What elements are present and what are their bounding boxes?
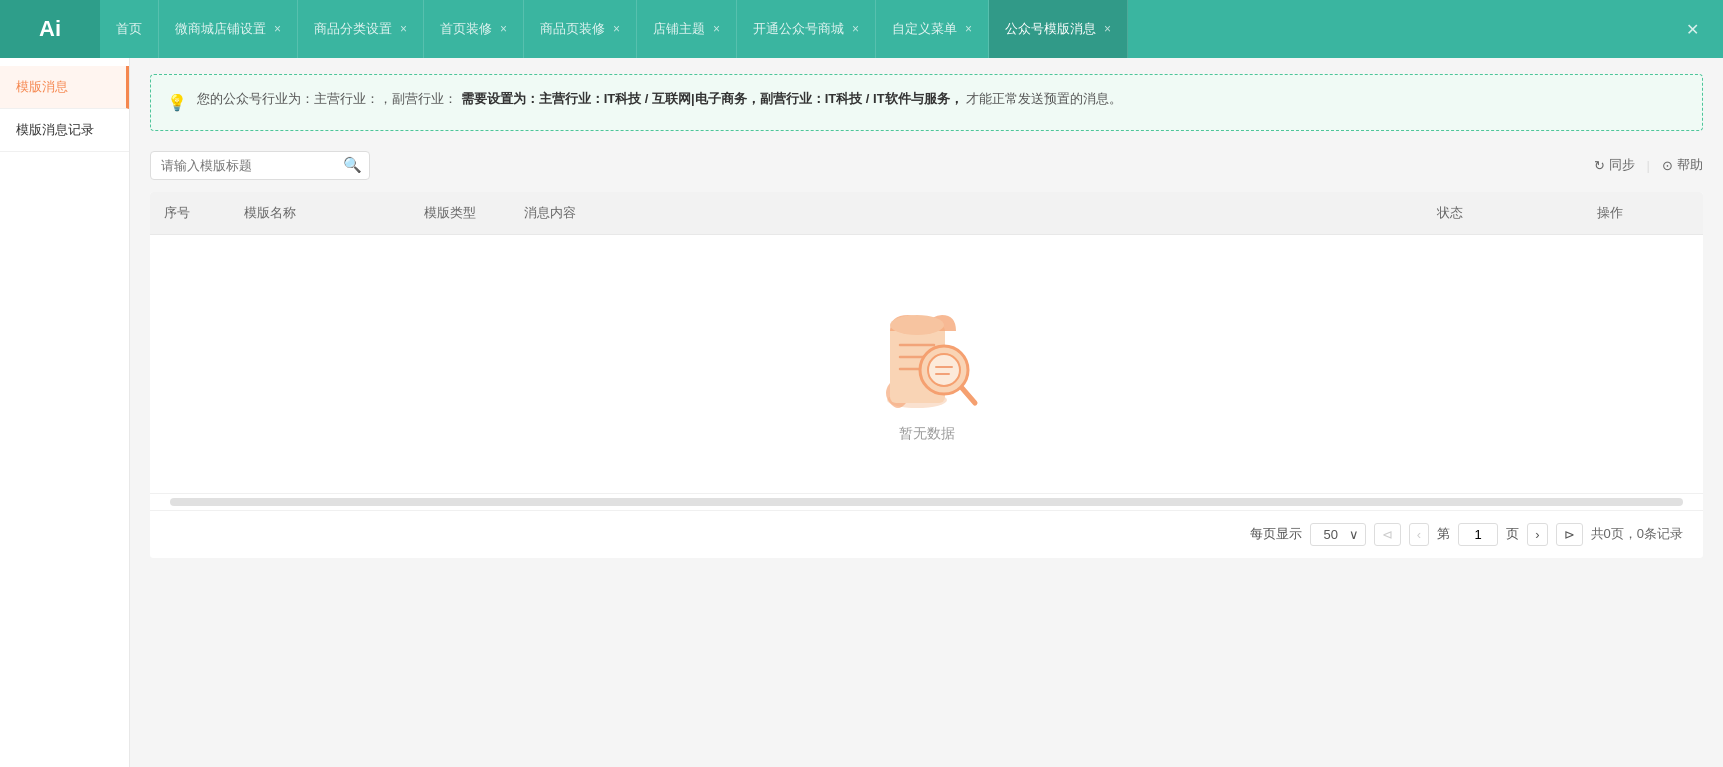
tab-template-message[interactable]: 公众号模版消息 × (989, 0, 1128, 58)
tab-close-template-message[interactable]: × (1104, 22, 1111, 36)
page-prefix: 第 (1437, 525, 1450, 543)
tab-bar: Ai 首页 微商城店铺设置 × 商品分类设置 × 首页装修 × 商品页装修 × … (0, 0, 1723, 58)
col-header-content: 消息内容 (510, 192, 1423, 235)
data-table: 序号 模版名称 模版类型 消息内容 状态 (150, 192, 1703, 493)
table-header-row: 序号 模版名称 模版类型 消息内容 状态 (150, 192, 1703, 235)
search-input-wrap: 🔍 (150, 151, 370, 180)
empty-text: 暂无数据 (899, 425, 955, 443)
total-info: 共0页，0条记录 (1591, 525, 1683, 543)
tab-close-shop-settings[interactable]: × (274, 22, 281, 36)
tab-custom-menu[interactable]: 自定义菜单 × (876, 0, 989, 58)
sync-button[interactable]: ↻ 同步 (1594, 156, 1635, 174)
page-size-select[interactable]: 50 ∨ (1310, 523, 1366, 546)
tab-home[interactable]: 首页 (100, 0, 159, 58)
search-right: ↻ 同步 | ⊙ 帮助 (1594, 156, 1703, 174)
search-input[interactable] (150, 151, 370, 180)
col-header-type: 模版类型 (410, 192, 510, 235)
svg-point-2 (890, 315, 944, 335)
col-header-action: 操作 (1583, 192, 1703, 235)
table-container: 序号 模版名称 模版类型 消息内容 状态 (150, 192, 1703, 558)
tab-close-category[interactable]: × (400, 22, 407, 36)
col-header-name: 模版名称 (230, 192, 410, 235)
tab-homepage-decor[interactable]: 首页装修 × (424, 0, 524, 58)
tab-open-mall[interactable]: 开通公众号商城 × (737, 0, 876, 58)
tab-close-theme[interactable]: × (713, 22, 720, 36)
content-area: 💡 您的公众号行业为：主营行业：，副营行业： 需要设置为：主营行业：IT科技 /… (130, 58, 1723, 767)
col-header-status: 状态 (1423, 192, 1583, 235)
page-number-input[interactable] (1458, 523, 1498, 546)
sync-icon: ↻ (1594, 158, 1605, 173)
page-unit: 页 (1506, 525, 1519, 543)
svg-line-8 (962, 388, 975, 403)
sidebar-item-template-message[interactable]: 模版消息 (0, 66, 129, 109)
tab-product-decor[interactable]: 商品页装修 × (524, 0, 637, 58)
sidebar: 模版消息 模版消息记录 (0, 58, 130, 767)
window-close-button[interactable]: ✕ (1678, 16, 1707, 43)
page-size-label: 每页显示 (1250, 525, 1302, 543)
tab-category[interactable]: 商品分类设置 × (298, 0, 424, 58)
page-size-value: 50 (1317, 527, 1345, 542)
empty-illustration (862, 295, 992, 425)
help-button[interactable]: ⊙ 帮助 (1662, 156, 1703, 174)
pagination-bar: 每页显示 50 ∨ ⊲ ‹ 第 页 › ⊳ 共0页，0条记录 (150, 510, 1703, 558)
col-header-seq: 序号 (150, 192, 230, 235)
last-page-button[interactable]: ⊳ (1556, 523, 1583, 546)
divider: | (1647, 158, 1650, 173)
sidebar-item-template-message-log[interactable]: 模版消息记录 (0, 109, 129, 152)
tab-close-homepage-decor[interactable]: × (500, 22, 507, 36)
search-left: 🔍 (150, 151, 370, 180)
dropdown-icon: ∨ (1349, 527, 1359, 542)
search-icon: 🔍 (343, 156, 362, 173)
svg-point-7 (928, 354, 960, 386)
search-button[interactable]: 🔍 (343, 156, 362, 174)
help-icon: ⊙ (1662, 158, 1673, 173)
first-page-button[interactable]: ⊲ (1374, 523, 1401, 546)
tab-theme[interactable]: 店铺主题 × (637, 0, 737, 58)
prev-page-button[interactable]: ‹ (1409, 523, 1429, 546)
next-page-button[interactable]: › (1527, 523, 1547, 546)
notice-icon: 💡 (167, 90, 187, 116)
empty-state-row: 暂无数据 (150, 234, 1703, 493)
search-bar: 🔍 ↻ 同步 | ⊙ 帮助 (150, 151, 1703, 180)
main-layout: 模版消息 模版消息记录 💡 您的公众号行业为：主营行业：，副营行业： 需要设置为… (0, 58, 1723, 767)
empty-state: 暂无数据 (150, 235, 1703, 493)
horizontal-scrollbar[interactable] (170, 498, 1683, 506)
tab-close-open-mall[interactable]: × (852, 22, 859, 36)
tab-close-custom-menu[interactable]: × (965, 22, 972, 36)
notice-banner: 💡 您的公众号行业为：主营行业：，副营行业： 需要设置为：主营行业：IT科技 /… (150, 74, 1703, 131)
scroll-bar-area (150, 493, 1703, 510)
tab-close-product-decor[interactable]: × (613, 22, 620, 36)
logo: Ai (0, 0, 100, 58)
notice-text: 您的公众号行业为：主营行业：，副营行业： 需要设置为：主营行业：IT科技 / 互… (197, 89, 1122, 110)
tab-shop-settings[interactable]: 微商城店铺设置 × (159, 0, 298, 58)
